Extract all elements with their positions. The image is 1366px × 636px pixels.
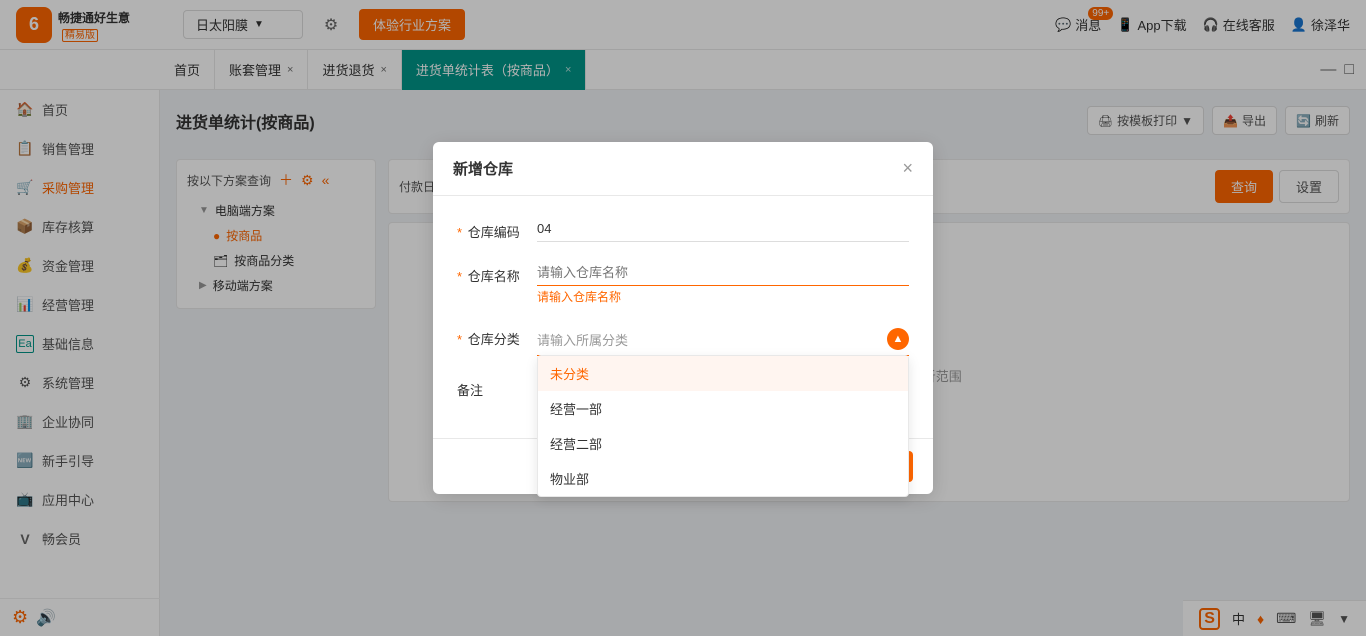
required-star-code: *	[457, 225, 462, 240]
category-placeholder: 请输入所属分类	[537, 330, 628, 349]
code-control	[537, 216, 909, 242]
dialog-overlay: 新增仓库 × * 仓库编码 * 仓库名称	[0, 0, 1366, 636]
form-item-code: * 仓库编码	[457, 216, 909, 242]
dialog-title: 新增仓库	[453, 158, 513, 179]
code-input[interactable]	[537, 216, 909, 242]
name-control: 请输入仓库名称	[537, 260, 909, 305]
dropdown-option-3[interactable]: 物业部	[538, 461, 908, 496]
required-star-name: *	[457, 269, 462, 284]
required-star-category: *	[457, 332, 462, 347]
dropdown-option-0[interactable]: 未分类	[538, 356, 908, 391]
name-label: * 仓库名称	[457, 260, 537, 285]
category-dropdown-list: 未分类 经营一部 经营二部 物业部	[537, 355, 909, 497]
dialog-close-button[interactable]: ×	[902, 158, 913, 179]
dropdown-option-1[interactable]: 经营一部	[538, 391, 908, 426]
notes-label: 备注	[457, 374, 537, 399]
category-label: * 仓库分类	[457, 323, 537, 348]
dialog-header: 新增仓库 ×	[433, 142, 933, 196]
code-label: * 仓库编码	[457, 216, 537, 241]
dialog-body: * 仓库编码 * 仓库名称 请输入仓库名称	[433, 196, 933, 438]
name-error-message: 请输入仓库名称	[537, 288, 909, 305]
category-select[interactable]: 请输入所属分类 ▲	[537, 323, 909, 356]
form-item-name: * 仓库名称 请输入仓库名称	[457, 260, 909, 305]
category-control: 请输入所属分类 ▲ 未分类 经营一部 经营二部 物业部	[537, 323, 909, 356]
dropdown-option-2[interactable]: 经营二部	[538, 426, 908, 461]
form-item-category: * 仓库分类 请输入所属分类 ▲ 未分类 经营一部 经营二部 物业部	[457, 323, 909, 356]
up-arrow-icon: ▲	[887, 328, 909, 350]
new-warehouse-dialog: 新增仓库 × * 仓库编码 * 仓库名称	[433, 142, 933, 494]
name-input[interactable]	[537, 260, 909, 286]
